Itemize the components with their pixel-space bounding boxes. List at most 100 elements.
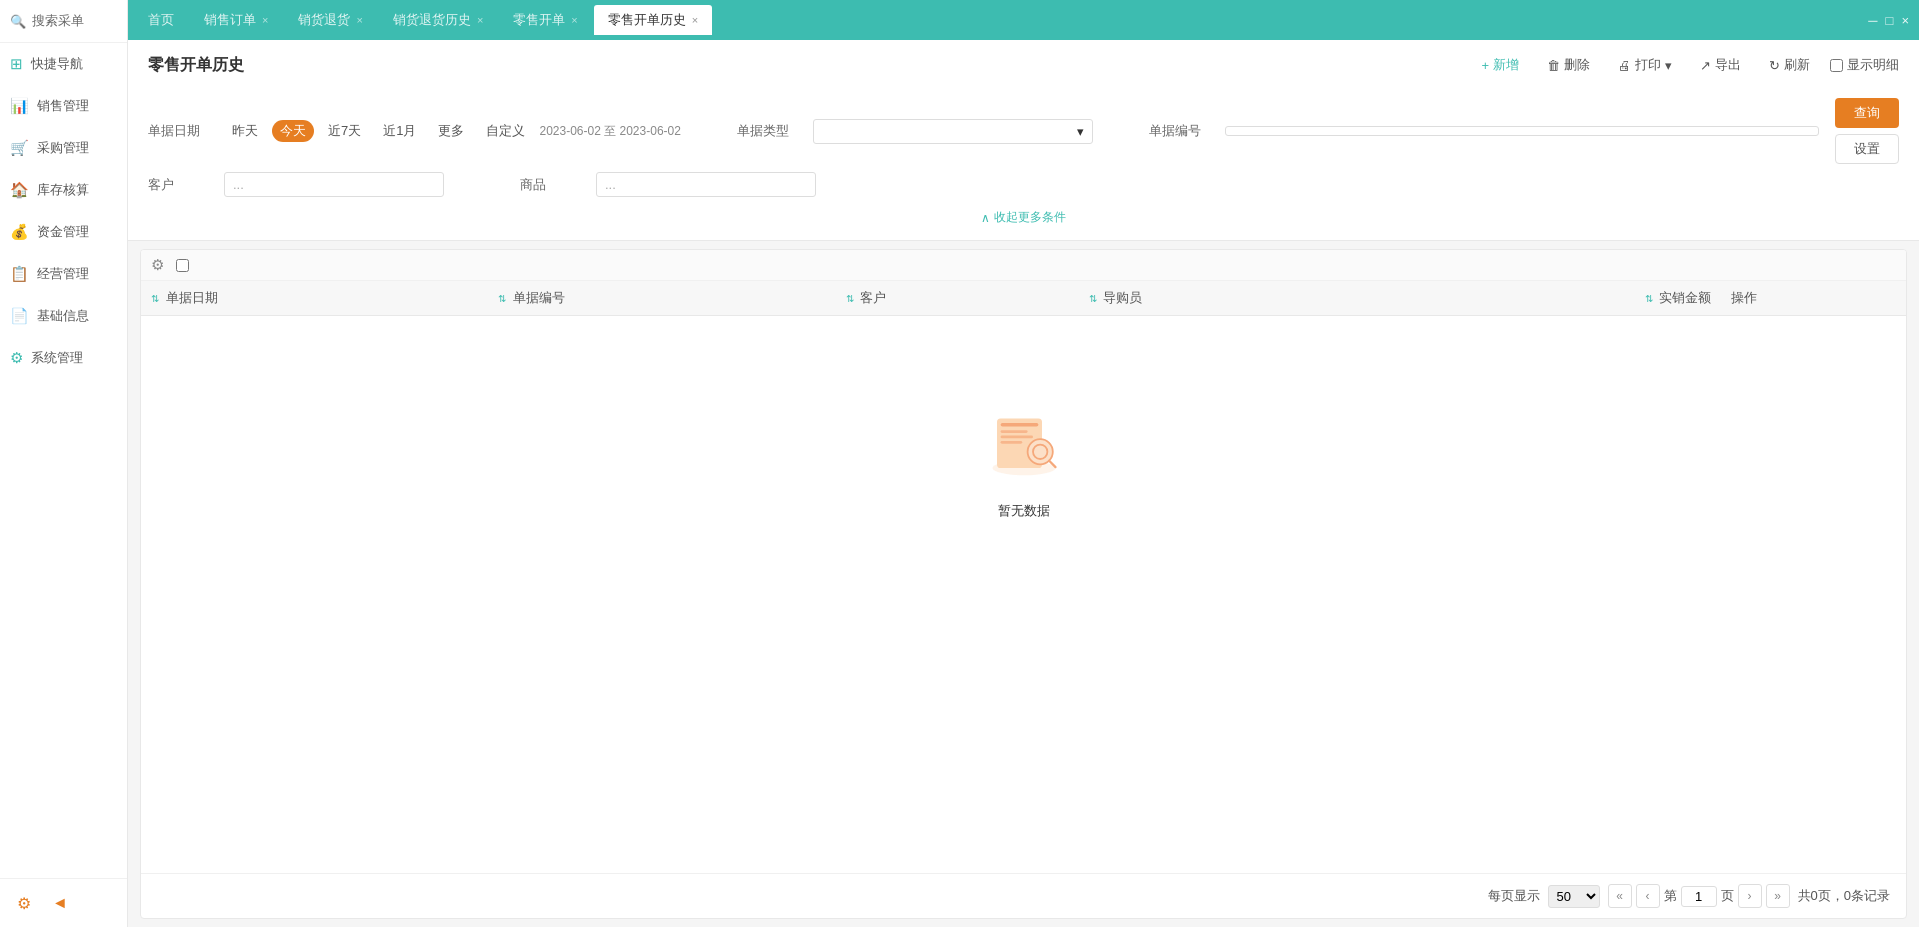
content-area: 零售开单历史 + 新增 🗑 删除 🖨 打印 ▾ xyxy=(128,40,1919,927)
page-title: 零售开单历史 xyxy=(148,55,244,76)
sidebar-item-inventory[interactable]: 🏠 库存核算 xyxy=(0,169,127,211)
export-button[interactable]: ↗ 导出 xyxy=(1692,52,1749,78)
query-button[interactable]: 查询 xyxy=(1835,98,1899,128)
product-input[interactable]: ... xyxy=(596,172,816,197)
window-maximize[interactable]: □ xyxy=(1886,13,1894,28)
svg-rect-3 xyxy=(1000,430,1027,433)
sidebar-item-operations[interactable]: 📋 经营管理 xyxy=(0,253,127,295)
tab-sales-order[interactable]: 销售订单 × xyxy=(190,5,282,35)
refresh-icon: ↻ xyxy=(1769,58,1780,73)
settings-button[interactable]: 设置 xyxy=(1835,134,1899,164)
filter-row-2: 客户 ... 商品 ... xyxy=(148,172,1899,197)
per-page-select[interactable]: 50 10 20 100 xyxy=(1548,885,1600,908)
print-icon: 🖨 xyxy=(1618,58,1631,73)
refresh-button[interactable]: ↻ 刷新 xyxy=(1761,52,1818,78)
sort-date-icon[interactable]: ⇅ xyxy=(151,293,159,304)
window-minimize[interactable]: ─ xyxy=(1868,13,1877,28)
display-detail-label: 显示明细 xyxy=(1847,56,1899,74)
svg-rect-2 xyxy=(1000,423,1038,427)
sidebar-item-sales-mgmt[interactable]: 📊 销售管理 xyxy=(0,85,127,127)
tab-sales-return-close[interactable]: × xyxy=(356,14,362,26)
col-amount-label: 实销金额 xyxy=(1659,290,1711,305)
delete-label: 删除 xyxy=(1564,56,1590,74)
page-input[interactable] xyxy=(1681,886,1717,907)
sidebar-collapse-icon[interactable]: ◄ xyxy=(46,889,74,917)
select-all-checkbox[interactable] xyxy=(176,259,189,272)
sidebar-item-purchase-mgmt-label: 采购管理 xyxy=(37,139,89,157)
customer-placeholder: ... xyxy=(233,177,244,192)
date-btn-1month[interactable]: 近1月 xyxy=(375,120,424,142)
tab-sales-order-close[interactable]: × xyxy=(262,14,268,26)
col-no: ⇅ 单据编号 xyxy=(488,281,835,316)
add-icon: + xyxy=(1481,58,1489,73)
sidebar-item-purchase-mgmt[interactable]: 🛒 采购管理 xyxy=(0,127,127,169)
base-info-icon: 📄 xyxy=(10,307,29,325)
sidebar-item-quick-nav[interactable]: ⊞ 快捷导航 xyxy=(0,43,127,85)
doc-no-input[interactable] xyxy=(1225,126,1819,136)
sort-no-icon[interactable]: ⇅ xyxy=(498,293,506,304)
first-page-btn[interactable]: « xyxy=(1608,884,1632,908)
sidebar-item-base-info[interactable]: 📄 基础信息 xyxy=(0,295,127,337)
date-btn-today[interactable]: 今天 xyxy=(272,120,314,142)
tab-retail-open-history[interactable]: 零售开单历史 × xyxy=(594,5,712,35)
delete-button[interactable]: 🗑 删除 xyxy=(1539,52,1598,78)
doc-type-label: 单据类型 xyxy=(737,122,797,140)
total-info: 共0页，0条记录 xyxy=(1798,887,1890,905)
sidebar: 🔍 搜索采单 ⊞ 快捷导航 📊 销售管理 🛒 采购管理 🏠 库存核算 💰 资金管… xyxy=(0,0,128,927)
date-filter-label: 单据日期 xyxy=(148,122,208,140)
sort-customer-icon[interactable]: ⇅ xyxy=(846,293,854,304)
refresh-label: 刷新 xyxy=(1784,56,1810,74)
col-amount: ⇅ 实销金额 xyxy=(1374,281,1721,316)
date-range-display: 2023-06-02 至 2023-06-02 xyxy=(539,123,680,140)
table-container: ⇅ 单据日期 ⇅ 单据编号 ⇅ 客户 xyxy=(141,281,1906,873)
col-no-label: 单据编号 xyxy=(513,290,565,305)
collapse-button[interactable]: ∧ 收起更多条件 xyxy=(981,209,1066,226)
sidebar-item-sys-mgmt[interactable]: ⚙ 系统管理 xyxy=(0,337,127,379)
col-guide: ⇅ 导购员 xyxy=(1079,281,1374,316)
sidebar-item-quick-nav-label: 快捷导航 xyxy=(31,55,83,73)
print-button[interactable]: 🖨 打印 ▾ xyxy=(1610,52,1680,78)
display-detail-toggle[interactable]: 显示明细 xyxy=(1830,56,1899,74)
tab-retail-open-close[interactable]: × xyxy=(571,14,577,26)
tab-home[interactable]: 首页 xyxy=(134,5,188,35)
data-table: ⇅ 单据日期 ⇅ 单据编号 ⇅ 客户 xyxy=(141,281,1906,316)
customer-input[interactable]: ... xyxy=(224,172,444,197)
quick-nav-icon: ⊞ xyxy=(10,55,23,73)
table-settings-icon[interactable]: ⚙ xyxy=(151,256,164,274)
last-page-btn[interactable]: » xyxy=(1766,884,1790,908)
prev-page-btn[interactable]: ‹ xyxy=(1636,884,1660,908)
inventory-icon: 🏠 xyxy=(10,181,29,199)
sort-amount-icon[interactable]: ⇅ xyxy=(1645,293,1653,304)
sys-mgmt-icon: ⚙ xyxy=(10,349,23,367)
tab-sales-return-history[interactable]: 销货退货历史 × xyxy=(379,5,497,35)
tab-retail-open-history-label: 零售开单历史 xyxy=(608,11,686,29)
col-action: 操作 xyxy=(1721,281,1906,316)
tab-retail-open-history-close[interactable]: × xyxy=(692,14,698,26)
tab-retail-open[interactable]: 零售开单 × xyxy=(499,5,591,35)
col-customer-label: 客户 xyxy=(860,290,886,305)
col-date-label: 单据日期 xyxy=(166,290,218,305)
collapse-up-icon: ∧ xyxy=(981,211,990,225)
date-btn-more[interactable]: 更多 xyxy=(430,120,472,142)
doc-type-select[interactable]: ▾ xyxy=(813,119,1093,144)
next-page-btn[interactable]: › xyxy=(1738,884,1762,908)
sidebar-item-base-info-label: 基础信息 xyxy=(37,307,89,325)
date-btn-yesterday[interactable]: 昨天 xyxy=(224,120,266,142)
sidebar-search[interactable]: 🔍 搜索采单 xyxy=(0,0,127,43)
sidebar-settings-icon[interactable]: ⚙ xyxy=(10,889,38,917)
date-btn-7days[interactable]: 近7天 xyxy=(320,120,369,142)
page-nav: « ‹ 第 页 › » xyxy=(1608,884,1790,908)
date-btn-custom[interactable]: 自定义 xyxy=(478,120,533,142)
empty-state: 暂无数据 xyxy=(141,316,1906,600)
collapse-label: 收起更多条件 xyxy=(994,209,1066,226)
tab-sales-return[interactable]: 销货退货 × xyxy=(284,5,376,35)
add-button[interactable]: + 新增 xyxy=(1473,52,1527,78)
doc-no-label: 单据编号 xyxy=(1149,122,1209,140)
window-close[interactable]: × xyxy=(1901,13,1909,28)
tab-sales-return-history-close[interactable]: × xyxy=(477,14,483,26)
tab-sales-return-history-label: 销货退货历史 xyxy=(393,11,471,29)
sort-guide-icon[interactable]: ⇅ xyxy=(1089,293,1097,304)
display-detail-checkbox[interactable] xyxy=(1830,59,1843,72)
sidebar-item-finance[interactable]: 💰 资金管理 xyxy=(0,211,127,253)
sidebar-item-sys-mgmt-label: 系统管理 xyxy=(31,349,83,367)
